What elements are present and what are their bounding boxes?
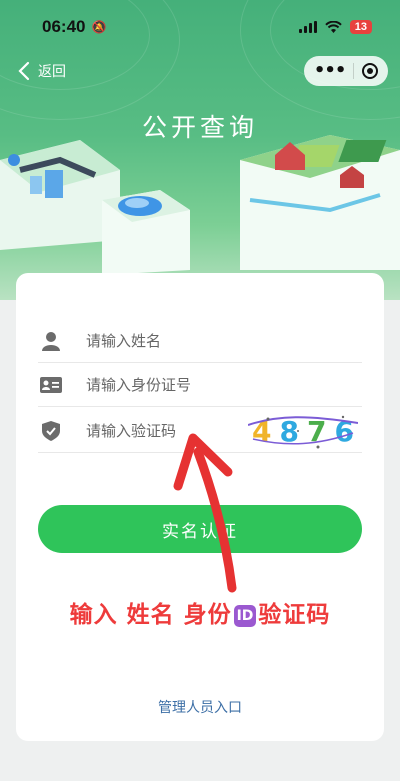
user-icon — [40, 330, 62, 352]
real-name-verify-button[interactable]: 实名认证 — [38, 505, 362, 553]
id-emoji-badge: ID — [233, 604, 257, 627]
more-icon[interactable]: ••• — [314, 62, 347, 80]
close-miniprogram-icon[interactable] — [362, 63, 379, 79]
captcha-image[interactable]: 4 8 7 6 — [248, 411, 358, 451]
wifi-icon — [325, 20, 342, 33]
code-row: 4 8 7 6 — [38, 409, 362, 453]
id-row — [38, 363, 362, 407]
chevron-left-icon — [18, 61, 30, 81]
status-time: 06:40 — [42, 17, 86, 36]
bell-off-icon: 🔕 — [91, 20, 107, 34]
instruction-annotation: 输入 姓名 身份 ID 验证码 — [16, 595, 384, 629]
signal-icon — [298, 21, 317, 33]
name-input[interactable] — [86, 331, 266, 350]
id-card-icon — [40, 374, 62, 396]
annotation-text-end: 验证码 — [258, 602, 331, 628]
annotation-text: 输入 姓名 身份 — [69, 602, 232, 628]
status-bar: 06:40 🔕 13 — [0, 0, 400, 54]
id-number-input[interactable] — [86, 375, 266, 394]
shield-check-icon — [40, 420, 62, 442]
nav-bar: 返回 ••• — [0, 54, 400, 88]
header-banner: 06:40 🔕 13 返回 ••• 公开查询 — [0, 0, 400, 300]
name-row — [38, 319, 362, 363]
verification-code-input[interactable] — [86, 421, 226, 440]
auth-card: 4 8 7 6 实名认证 输入 姓名 身份ID验证码 管理人员入口 — [16, 273, 384, 741]
back-label: 返回 — [38, 64, 66, 80]
miniprogram-capsule: ••• — [304, 56, 388, 86]
back-button[interactable]: 返回 — [18, 61, 66, 81]
admin-entrance-link[interactable]: 管理人员入口 — [16, 697, 384, 717]
battery-indicator: 13 — [349, 20, 372, 34]
